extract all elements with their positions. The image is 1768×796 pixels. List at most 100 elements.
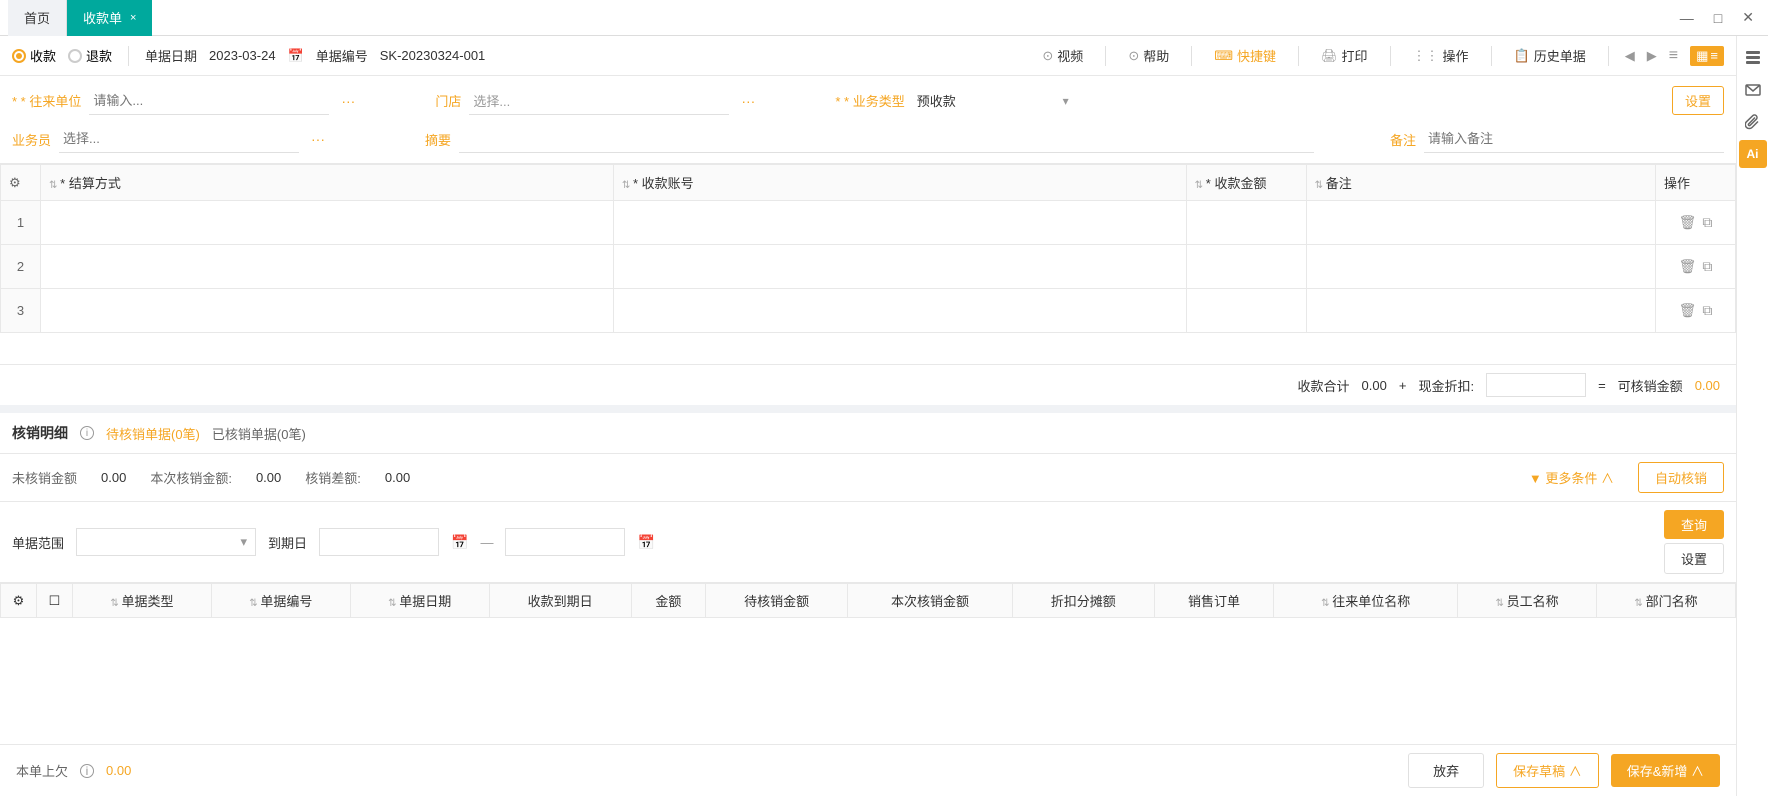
note-input[interactable] [1424,125,1724,153]
ai-label: Ai [1747,147,1759,161]
done-tab[interactable]: 已核销单据(0笔) [212,424,306,443]
total-value: 0.00 [1362,378,1387,393]
verifiable-label: 可核销金额 [1618,376,1683,395]
calendar-icon[interactable]: 📅 [288,48,304,64]
bottom-bar: 本单上欠 i 0.00 放弃 保存草稿 ∧ 保存&新增 ∧ [0,744,1736,796]
summary-input[interactable] [459,125,1314,153]
td-account-1[interactable] [613,201,1186,245]
vth-dept: ⇅ 部门名称 [1597,584,1736,618]
sidebar-camera-icon[interactable]: Ai [1739,140,1767,168]
vth-checkbox[interactable]: ☐ [37,584,73,618]
bottom-label: 本单上欠 [16,761,68,780]
td-settlement-3[interactable] [41,289,614,333]
salesman-more-btn[interactable]: ··· [307,131,329,147]
ops-label: 操作 [1443,46,1469,65]
info-icon-bottom[interactable]: i [80,764,94,778]
abandon-btn[interactable]: 放弃 [1408,753,1484,788]
arrow-right-icon[interactable]: ▶ [1647,48,1657,64]
td-amount-1[interactable] [1186,201,1306,245]
print-icon: 🖨 [1321,48,1338,64]
td-amount-2[interactable] [1186,245,1306,289]
toolbar: 收款 退款 单据日期 2023-03-24 📅 单据编号 SK-20230324… [0,36,1736,76]
vth-current: 本次核销金额 [848,584,1013,618]
sidebar-attach-icon[interactable] [1739,108,1767,136]
salesman-input[interactable] [59,125,299,153]
summary-label: 摘要 [425,130,451,149]
verify-info-icon[interactable]: i [80,426,94,440]
form-row-2: 业务员 ··· 摘要 备注 [12,125,1724,153]
delete-row-3-btn[interactable]: 🗑 [1679,302,1697,319]
tab-current[interactable]: 收款单 × [67,0,152,36]
th-gear[interactable]: ⚙ [1,165,41,201]
counterpart-more-btn[interactable]: ··· [337,93,359,109]
td-note-3[interactable] [1306,289,1655,333]
table-row: 3 🗑 ⧉ [1,289,1736,333]
layout-grid-icon[interactable]: ▦ [1696,48,1708,64]
delete-row-2-btn[interactable]: 🗑 [1679,258,1697,275]
maximize-btn[interactable]: □ [1708,8,1728,28]
vth-bill-no: ⇅ 单据编号 [211,584,350,618]
copy-row-3-btn[interactable]: ⧉ [1702,302,1712,319]
td-amount-3[interactable] [1186,289,1306,333]
total-label: 收款合计 [1298,376,1350,395]
store-more-btn[interactable]: ··· [737,93,759,109]
shortcut-action[interactable]: ⌨ 快捷键 [1208,44,1282,67]
save-new-btn[interactable]: 保存&新增 ∧ [1611,754,1720,787]
operations-action[interactable]: ⋮⋮ 操作 [1407,44,1475,67]
separator-6 [1491,46,1492,66]
discount-input[interactable] [1486,373,1586,397]
arrow-left-icon[interactable]: ◀ [1625,48,1635,64]
video-action[interactable]: ⊙ 视频 [1036,44,1089,67]
store-select[interactable]: 选择... [469,87,729,115]
row-actions-3: 🗑 ⧉ [1664,302,1727,319]
pending-tab[interactable]: 待核销单据(0笔) [106,424,200,443]
auto-verify-btn[interactable]: 自动核销 [1638,462,1724,493]
td-note-2[interactable] [1306,245,1655,289]
sidebar-mail-icon[interactable] [1739,76,1767,104]
verify-settings-btn[interactable]: 设置 [1664,543,1724,574]
query-btn[interactable]: 查询 [1664,510,1724,539]
copy-row-2-btn[interactable]: ⧉ [1702,258,1712,275]
save-draft-btn[interactable]: 保存草稿 ∧ [1496,753,1599,788]
counterpart-label: * 往来单位 [12,91,81,110]
sort-icon-2: ⇅ [622,180,633,191]
bill-no-label: 单据编号 [316,46,368,65]
date-from-input[interactable]: 2022-04-01 [319,528,439,556]
sort-icon-4: ⇅ [1315,180,1326,191]
date-to-input[interactable]: 2022-04-12 [505,528,625,556]
layout-list-icon[interactable]: ≡ [1710,48,1718,64]
radio-refund[interactable]: 退款 [68,46,112,65]
radio-refund-label: 退款 [86,46,112,65]
td-note-1[interactable] [1306,201,1655,245]
window-controls: — □ ✕ [1674,7,1760,28]
delete-row-1-btn[interactable]: 🗑 [1679,214,1697,231]
tab-home[interactable]: 首页 [8,0,67,36]
td-settlement-2[interactable] [41,245,614,289]
copy-row-1-btn[interactable]: ⧉ [1702,214,1712,231]
right-sidebar: Ai [1736,36,1768,796]
shortcut-icon: ⌨ [1214,48,1233,64]
help-action[interactable]: ⊙ 帮助 [1122,44,1175,67]
radio-receipt[interactable]: 收款 [12,46,56,65]
range-select[interactable]: ▾ [76,528,256,556]
sidebar-table-icon[interactable] [1739,44,1767,72]
store-label: 门店 [435,91,461,110]
biz-type-select[interactable]: 预收款 ▾ [913,87,1073,115]
list-icon[interactable]: ≡ [1669,47,1678,65]
td-account-3[interactable] [613,289,1186,333]
more-conditions-btn[interactable]: ▼ 更多条件 ∧ [1529,468,1614,487]
td-settlement-1[interactable] [41,201,614,245]
calendar-to-icon[interactable]: 📅 [637,534,654,551]
save-new-label: 保存&新增 ∧ [1627,761,1704,780]
settings-button[interactable]: 设置 [1672,86,1724,115]
verify-filters: 单据范围 ▾ 到期日 2022-04-01 📅 — 2022-04-12 📅 查… [0,502,1736,583]
minimize-btn[interactable]: — [1674,8,1700,28]
history-action[interactable]: 📋 历史单据 [1508,44,1592,67]
tab-close-btn[interactable]: × [130,12,136,24]
td-account-2[interactable] [613,245,1186,289]
print-action[interactable]: 🖨 打印 [1315,44,1374,67]
vth-gear[interactable]: ⚙ [1,584,37,618]
calendar-from-icon[interactable]: 📅 [451,534,468,551]
counterpart-input[interactable] [89,87,329,115]
close-btn[interactable]: ✕ [1736,7,1760,28]
